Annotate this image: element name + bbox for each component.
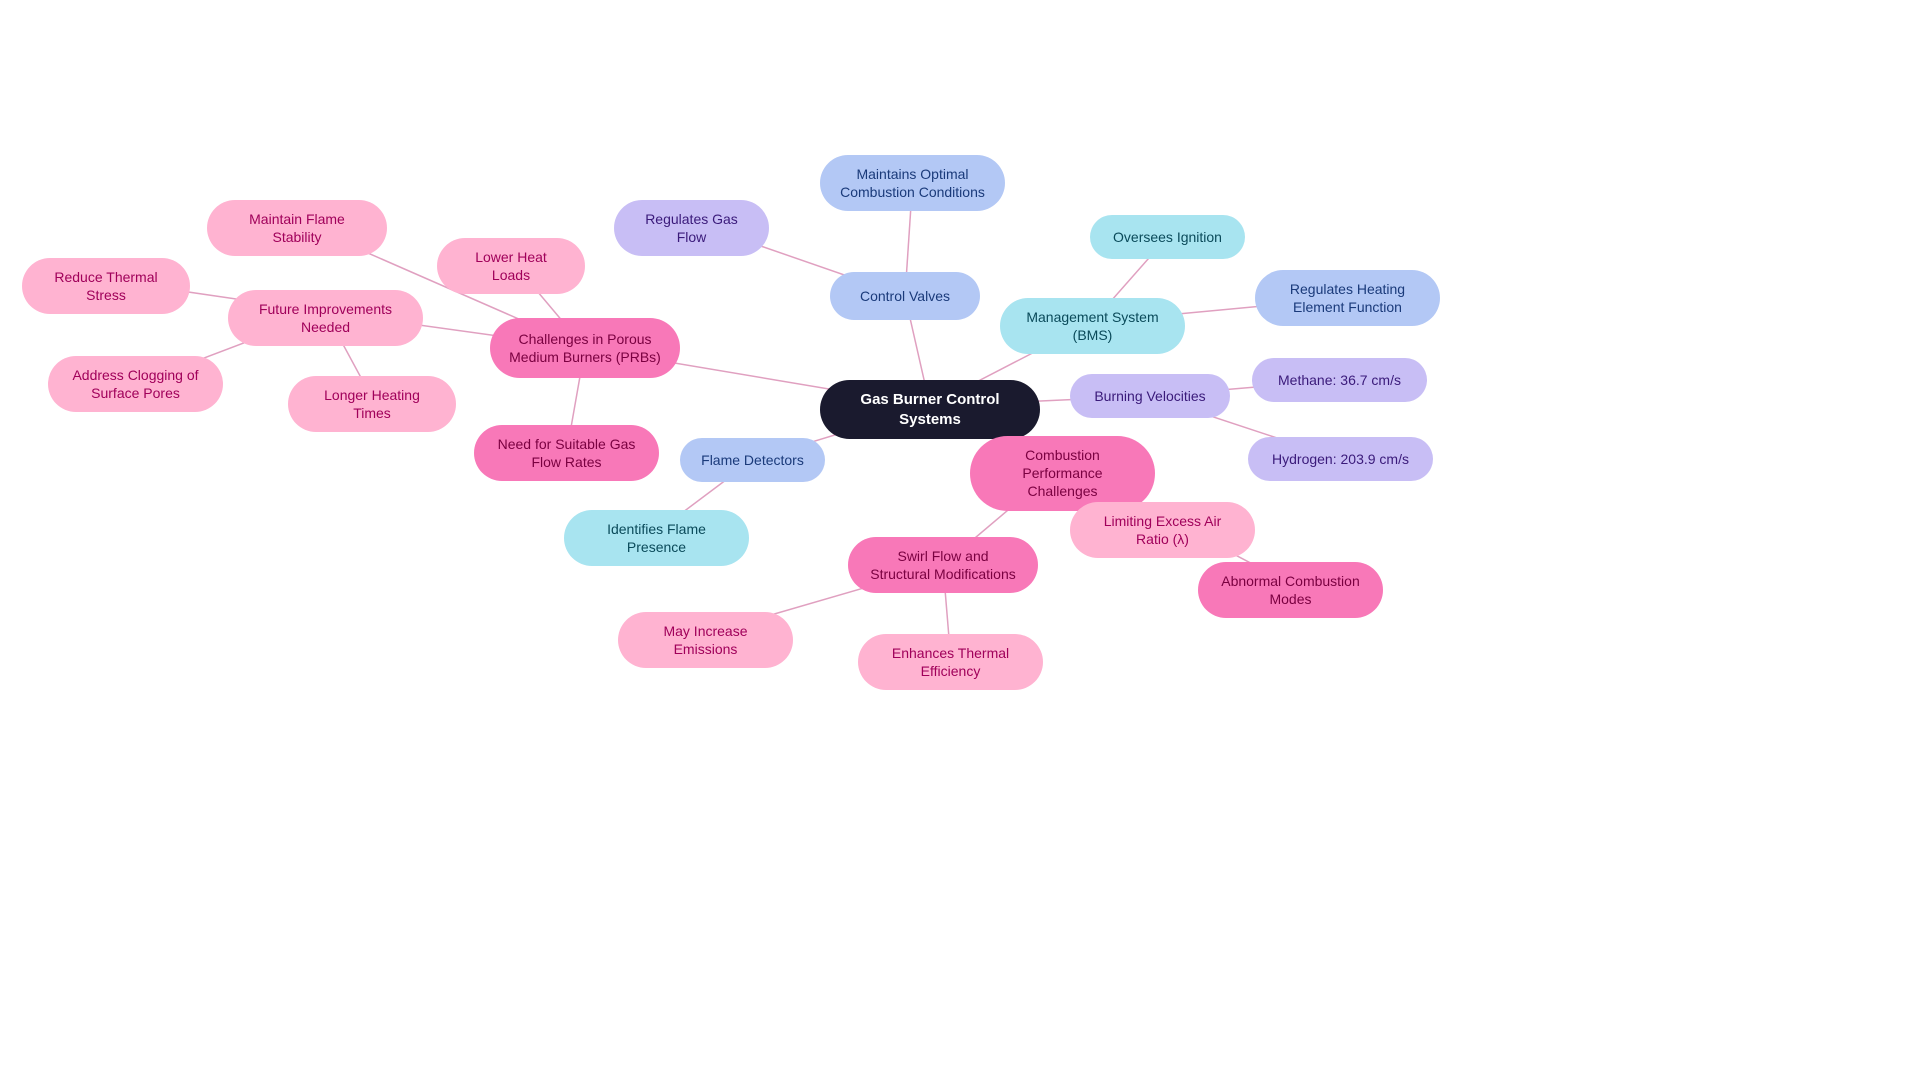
node-oversees[interactable]: Oversees Ignition	[1090, 215, 1245, 259]
node-addressClogging[interactable]: Address Clogging of Surface Pores	[48, 356, 223, 412]
node-mayIncrease[interactable]: May Increase Emissions	[618, 612, 793, 668]
node-reduceTherm[interactable]: Reduce Thermal Stress	[22, 258, 190, 314]
node-controlValves[interactable]: Control Valves	[830, 272, 980, 320]
node-hydrogen[interactable]: Hydrogen: 203.9 cm/s	[1248, 437, 1433, 481]
node-futureImprovements[interactable]: Future Improvements Needed	[228, 290, 423, 346]
node-identifiesFlame[interactable]: Identifies Flame Presence	[564, 510, 749, 566]
node-regulatesGasFlow[interactable]: Regulates Gas Flow	[614, 200, 769, 256]
node-flameDetectors[interactable]: Flame Detectors	[680, 438, 825, 482]
node-center[interactable]: Gas Burner Control Systems	[820, 380, 1040, 439]
node-swirlFlow[interactable]: Swirl Flow and Structural Modifications	[848, 537, 1038, 593]
node-regulatesHeating[interactable]: Regulates Heating Element Function	[1255, 270, 1440, 326]
node-combustionPerf[interactable]: Combustion Performance Challenges	[970, 436, 1155, 511]
node-bms[interactable]: Management System (BMS)	[1000, 298, 1185, 354]
node-enhancesTherm[interactable]: Enhances Thermal Efficiency	[858, 634, 1043, 690]
node-burningVel[interactable]: Burning Velocities	[1070, 374, 1230, 418]
node-limitingExcess[interactable]: Limiting Excess Air Ratio (λ)	[1070, 502, 1255, 558]
node-lowerHeatLoads[interactable]: Lower Heat Loads	[437, 238, 585, 294]
node-abnormal[interactable]: Abnormal Combustion Modes	[1198, 562, 1383, 618]
node-challenges[interactable]: Challenges in Porous Medium Burners (PRB…	[490, 318, 680, 378]
node-maintainsOptimal[interactable]: Maintains Optimal Combustion Conditions	[820, 155, 1005, 211]
node-maintainFlame[interactable]: Maintain Flame Stability	[207, 200, 387, 256]
node-methane[interactable]: Methane: 36.7 cm/s	[1252, 358, 1427, 402]
node-longerHeating[interactable]: Longer Heating Times	[288, 376, 456, 432]
node-needForGas[interactable]: Need for Suitable Gas Flow Rates	[474, 425, 659, 481]
